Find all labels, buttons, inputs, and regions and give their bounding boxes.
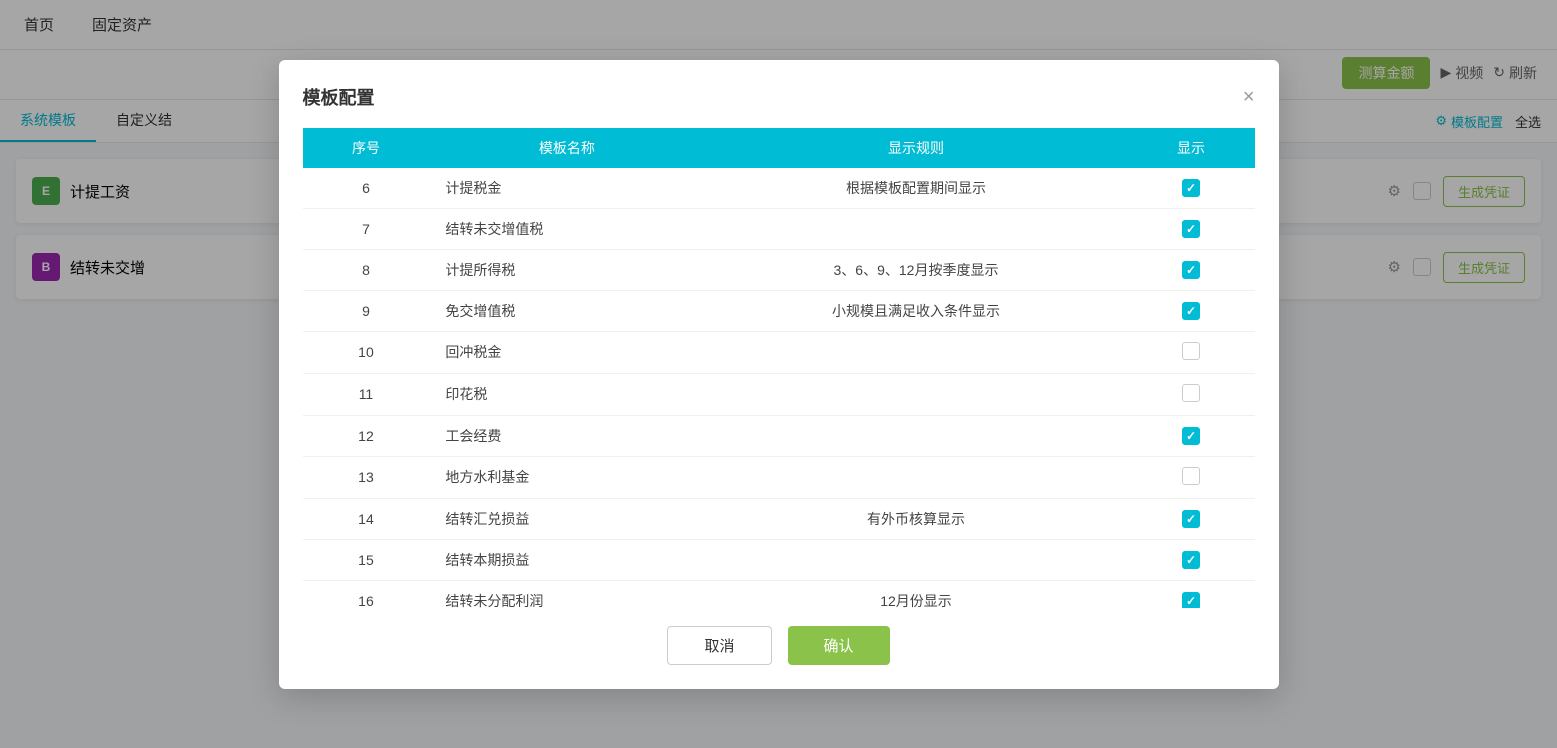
table-row: 10回冲税金: [303, 331, 1255, 373]
cell-name: 结转未分配利润: [429, 580, 704, 608]
cell-name: 结转本期损益: [429, 539, 704, 580]
cell-name: 印花税: [429, 373, 704, 415]
cell-name: 工会经费: [429, 415, 704, 456]
cell-seq: 13: [303, 456, 430, 498]
cell-rule: 12月份显示: [704, 580, 1127, 608]
cell-checkbox[interactable]: [1128, 373, 1255, 415]
checkbox-checked[interactable]: [1182, 261, 1200, 279]
table-row: 16结转未分配利润12月份显示: [303, 580, 1255, 608]
cell-rule: [704, 331, 1127, 373]
cell-checkbox[interactable]: [1128, 456, 1255, 498]
cell-name: 免交增值税: [429, 290, 704, 331]
cell-name: 结转汇兑损益: [429, 498, 704, 539]
cell-name: 计提所得税: [429, 249, 704, 290]
modal-template-config: 模板配置 × 序号 模板名称 显示规则 显示 6计提税金根据模板配置期间显示7结…: [279, 60, 1279, 689]
col-rule: 显示规则: [704, 128, 1127, 168]
cell-checkbox[interactable]: [1128, 580, 1255, 608]
cell-seq: 6: [303, 168, 430, 209]
cell-checkbox[interactable]: [1128, 168, 1255, 209]
cell-rule: [704, 208, 1127, 249]
confirm-button[interactable]: 确认: [788, 626, 890, 665]
cell-name: 计提税金: [429, 168, 704, 209]
cell-name: 结转未交增值税: [429, 208, 704, 249]
cell-checkbox[interactable]: [1128, 415, 1255, 456]
cell-seq: 16: [303, 580, 430, 608]
col-name: 模板名称: [429, 128, 704, 168]
cell-seq: 9: [303, 290, 430, 331]
cell-rule: 小规模且满足收入条件显示: [704, 290, 1127, 331]
cell-seq: 11: [303, 373, 430, 415]
table-row: 8计提所得税3、6、9、12月按季度显示: [303, 249, 1255, 290]
modal-table: 序号 模板名称 显示规则 显示 6计提税金根据模板配置期间显示7结转未交增值税8…: [303, 128, 1255, 608]
table-row: 12工会经费: [303, 415, 1255, 456]
col-display: 显示: [1128, 128, 1255, 168]
cell-seq: 15: [303, 539, 430, 580]
checkbox-checked[interactable]: [1182, 551, 1200, 569]
cell-rule: [704, 373, 1127, 415]
checkbox-checked[interactable]: [1182, 427, 1200, 445]
checkbox-unchecked[interactable]: [1182, 384, 1200, 402]
cell-seq: 12: [303, 415, 430, 456]
modal-overlay: 模板配置 × 序号 模板名称 显示规则 显示 6计提税金根据模板配置期间显示7结…: [0, 0, 1557, 748]
cell-rule: 根据模板配置期间显示: [704, 168, 1127, 209]
col-seq: 序号: [303, 128, 430, 168]
checkbox-checked[interactable]: [1182, 220, 1200, 238]
cell-checkbox[interactable]: [1128, 539, 1255, 580]
checkbox-checked[interactable]: [1182, 302, 1200, 320]
checkbox-checked[interactable]: [1182, 179, 1200, 197]
checkbox-checked[interactable]: [1182, 592, 1200, 608]
cell-checkbox[interactable]: [1128, 498, 1255, 539]
cell-rule: [704, 415, 1127, 456]
table-header: 序号 模板名称 显示规则 显示: [303, 128, 1255, 168]
table-scroll[interactable]: 序号 模板名称 显示规则 显示 6计提税金根据模板配置期间显示7结转未交增值税8…: [303, 128, 1255, 608]
cell-name: 地方水利基金: [429, 456, 704, 498]
cell-checkbox[interactable]: [1128, 249, 1255, 290]
table-row: 11印花税: [303, 373, 1255, 415]
checkbox-checked[interactable]: [1182, 510, 1200, 528]
cell-name: 回冲税金: [429, 331, 704, 373]
checkbox-unchecked[interactable]: [1182, 342, 1200, 360]
cell-seq: 8: [303, 249, 430, 290]
table-row: 9免交增值税小规模且满足收入条件显示: [303, 290, 1255, 331]
cell-seq: 7: [303, 208, 430, 249]
table-row: 7结转未交增值税: [303, 208, 1255, 249]
table-row: 15结转本期损益: [303, 539, 1255, 580]
cell-rule: [704, 456, 1127, 498]
modal-footer: 取消 确认: [303, 626, 1255, 665]
cell-rule: 有外币核算显示: [704, 498, 1127, 539]
modal-header: 模板配置 ×: [303, 84, 1255, 110]
table-row: 6计提税金根据模板配置期间显示: [303, 168, 1255, 209]
checkbox-unchecked[interactable]: [1182, 467, 1200, 485]
cell-seq: 14: [303, 498, 430, 539]
cell-checkbox[interactable]: [1128, 208, 1255, 249]
cell-rule: [704, 539, 1127, 580]
table-row: 14结转汇兑损益有外币核算显示: [303, 498, 1255, 539]
table-body: 6计提税金根据模板配置期间显示7结转未交增值税8计提所得税3、6、9、12月按季…: [303, 168, 1255, 608]
cancel-button[interactable]: 取消: [667, 626, 771, 665]
modal-close-button[interactable]: ×: [1243, 87, 1255, 107]
cell-checkbox[interactable]: [1128, 290, 1255, 331]
modal-title: 模板配置: [303, 84, 375, 110]
table-row: 13地方水利基金: [303, 456, 1255, 498]
cell-seq: 10: [303, 331, 430, 373]
cell-rule: 3、6、9、12月按季度显示: [704, 249, 1127, 290]
cell-checkbox[interactable]: [1128, 331, 1255, 373]
